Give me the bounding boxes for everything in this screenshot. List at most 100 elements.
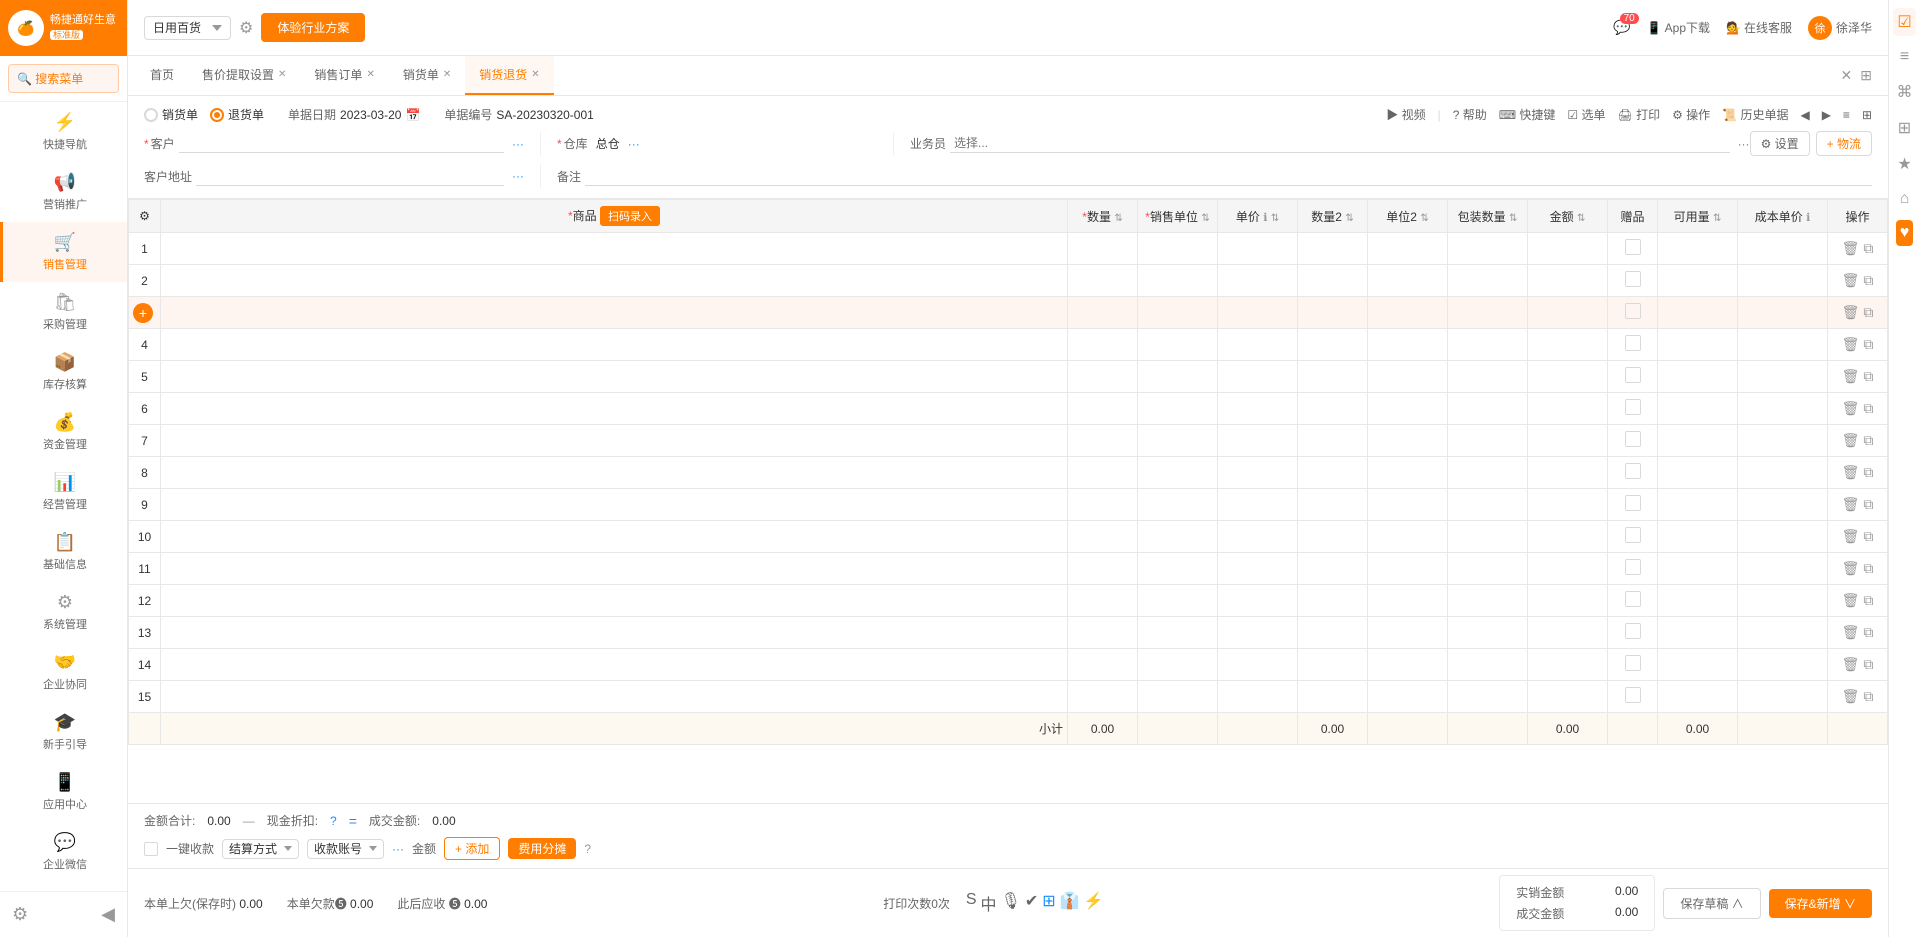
account-select[interactable]: 收款账号 bbox=[307, 839, 384, 859]
gift-checkbox-4[interactable] bbox=[1625, 335, 1641, 351]
del-14[interactable]: 🗑 bbox=[1842, 656, 1860, 673]
unit-cell[interactable] bbox=[1138, 233, 1218, 265]
gift-checkbox-9[interactable] bbox=[1625, 495, 1641, 511]
amount-cell[interactable] bbox=[1528, 265, 1608, 297]
gift-checkbox-3[interactable] bbox=[1625, 303, 1641, 319]
action-grid-view[interactable]: ⊞ bbox=[1862, 108, 1872, 122]
cpy-9[interactable]: ⧉ bbox=[1863, 496, 1873, 513]
bottom-icon-2[interactable]: 中 bbox=[981, 891, 997, 915]
gift-checkbox-6[interactable] bbox=[1625, 399, 1641, 415]
gift-checkbox-2[interactable] bbox=[1625, 271, 1641, 287]
fee-split-btn[interactable]: 费用分摊 bbox=[508, 838, 576, 859]
tab-close-sale-return[interactable]: ✕ bbox=[531, 69, 539, 80]
tab-close-sale[interactable]: ✕ bbox=[443, 69, 451, 80]
right-panel-icon-5[interactable]: ★ bbox=[1893, 150, 1915, 178]
del-15[interactable]: 🗑 bbox=[1842, 688, 1860, 705]
action-shortcut[interactable]: ⌨ 快捷键 bbox=[1499, 106, 1556, 123]
sidebar-collapse-icon[interactable]: ◀ bbox=[97, 900, 119, 929]
cpy-10[interactable]: ⧉ bbox=[1863, 528, 1873, 545]
tab-close-sale-order[interactable]: ✕ bbox=[366, 69, 374, 80]
delete-icon-1[interactable]: 🗑 bbox=[1842, 240, 1860, 257]
calc-method-select[interactable]: 结算方式 bbox=[222, 839, 299, 859]
product-cell-active[interactable] bbox=[161, 297, 1068, 329]
cost-help-icon[interactable]: ℹ bbox=[1806, 212, 1810, 224]
customer-input[interactable] bbox=[179, 134, 504, 153]
gift-checkbox-11[interactable] bbox=[1625, 559, 1641, 575]
gift-checkbox-14[interactable] bbox=[1625, 655, 1641, 671]
gift-checkbox-5[interactable] bbox=[1625, 367, 1641, 383]
sidebar-item-basic[interactable]: 📋 基础信息 bbox=[0, 522, 127, 582]
category-select[interactable]: 日用百货 bbox=[144, 16, 231, 40]
tab-sale[interactable]: 销货单 ✕ bbox=[389, 56, 465, 95]
sidebar-item-finance[interactable]: 💰 资金管理 bbox=[0, 402, 127, 462]
cpy-7[interactable]: ⧉ bbox=[1863, 432, 1873, 449]
del-7[interactable]: 🗑 bbox=[1842, 432, 1860, 449]
cpy-15[interactable]: ⧉ bbox=[1863, 688, 1873, 705]
save-draft-btn[interactable]: 保存草稿 ∧ bbox=[1663, 888, 1760, 919]
sidebar-item-sales[interactable]: 🛒 销售管理 bbox=[0, 222, 127, 282]
save-new-btn[interactable]: 保存&新增 ∨ bbox=[1769, 889, 1872, 918]
sidebar-settings-icon[interactable]: ⚙ bbox=[8, 900, 32, 929]
user-menu[interactable]: 徐 徐泽华 bbox=[1808, 16, 1872, 40]
price-sort-icon[interactable]: ⇅ bbox=[1271, 213, 1279, 224]
action-list-view[interactable]: ≡ bbox=[1843, 108, 1850, 122]
action-next[interactable]: ▶ bbox=[1822, 108, 1831, 122]
sidebar-item-appcenter[interactable]: 📱 应用中心 bbox=[0, 762, 127, 822]
del-11[interactable]: 🗑 bbox=[1842, 560, 1860, 577]
account-dots[interactable]: ··· bbox=[392, 842, 404, 856]
unit-sort-icon[interactable]: ⇅ bbox=[1201, 213, 1209, 224]
sidebar-item-operations[interactable]: 📊 经营管理 bbox=[0, 462, 127, 522]
bottom-icon-6[interactable]: 👔 bbox=[1060, 891, 1080, 915]
action-history[interactable]: 📜 历史单据 bbox=[1722, 106, 1788, 123]
cpy-4[interactable]: ⧉ bbox=[1863, 336, 1873, 353]
salesperson-dots[interactable]: ··· bbox=[1738, 137, 1750, 151]
right-panel-icon-6[interactable]: ⌂ bbox=[1896, 186, 1914, 212]
copy-icon-1[interactable]: ⧉ bbox=[1863, 240, 1873, 257]
salesperson-input[interactable] bbox=[950, 134, 1730, 153]
warehouse-dots[interactable]: ··· bbox=[628, 137, 640, 151]
add-payment-btn[interactable]: + 添加 bbox=[444, 837, 500, 860]
search-menu-button[interactable]: 🔍 搜索菜单 bbox=[8, 64, 119, 93]
date-value[interactable]: 2023-03-20 bbox=[340, 108, 401, 122]
del-9[interactable]: 🗑 bbox=[1842, 496, 1860, 513]
product-input-3[interactable] bbox=[165, 306, 1063, 320]
del-13[interactable]: 🗑 bbox=[1842, 624, 1860, 641]
cpy-12[interactable]: ⧉ bbox=[1863, 592, 1873, 609]
del-6[interactable]: 🗑 bbox=[1842, 400, 1860, 417]
tab-close-price-setting[interactable]: ✕ bbox=[278, 69, 286, 80]
qty2-sort-icon[interactable]: ⇅ bbox=[1345, 213, 1353, 224]
sidebar-item-inventory[interactable]: 📦 库存核算 bbox=[0, 342, 127, 402]
right-panel-icon-3[interactable]: ⌘ bbox=[1893, 78, 1917, 106]
avail-cell[interactable] bbox=[1658, 265, 1738, 297]
add-row-btn[interactable]: + bbox=[133, 303, 153, 323]
unit2-cell[interactable] bbox=[1368, 233, 1448, 265]
unit2-sort-icon[interactable]: ⇅ bbox=[1420, 213, 1428, 224]
tab-close-all-icon[interactable]: ✕ bbox=[1841, 67, 1853, 84]
settings-btn[interactable]: ⚙ 设置 bbox=[1750, 131, 1810, 156]
product-cell[interactable] bbox=[161, 233, 1068, 265]
qty-sort-icon[interactable]: ⇅ bbox=[1114, 213, 1122, 224]
cost-cell[interactable] bbox=[1738, 265, 1828, 297]
action-select[interactable]: ☑ 选单 bbox=[1567, 106, 1605, 123]
cpy-6[interactable]: ⧉ bbox=[1863, 400, 1873, 417]
cpy-11[interactable]: ⧉ bbox=[1863, 560, 1873, 577]
trial-btn[interactable]: 体验行业方案 bbox=[261, 13, 365, 42]
gift-checkbox-13[interactable] bbox=[1625, 623, 1641, 639]
gift-checkbox-8[interactable] bbox=[1625, 463, 1641, 479]
pkg-cell[interactable] bbox=[1448, 265, 1528, 297]
addr-dots[interactable]: ··· bbox=[512, 169, 524, 183]
cpy-5[interactable]: ⧉ bbox=[1863, 368, 1873, 385]
bottom-icon-7[interactable]: ⚡ bbox=[1084, 891, 1104, 915]
sidebar-item-enterprise-wechat[interactable]: 💬 企业微信 bbox=[0, 822, 127, 882]
logistics-btn[interactable]: + 物流 bbox=[1816, 131, 1872, 156]
app-download-btn[interactable]: 📱 App下载 bbox=[1647, 19, 1710, 36]
sidebar-item-member[interactable]: 👑 畅会员 bbox=[0, 882, 127, 891]
right-panel-icon-2[interactable]: ≡ bbox=[1896, 44, 1913, 70]
tab-expand-icon[interactable]: ⊞ bbox=[1860, 67, 1872, 84]
tab-sale-return[interactable]: 销货退货 ✕ bbox=[465, 56, 553, 95]
one-click-checkbox[interactable] bbox=[144, 842, 158, 856]
right-panel-icon-7[interactable]: ♥ bbox=[1896, 220, 1914, 246]
remark-input[interactable] bbox=[585, 167, 1872, 186]
gift-checkbox-1[interactable] bbox=[1625, 239, 1641, 255]
price-cell[interactable] bbox=[1218, 233, 1298, 265]
